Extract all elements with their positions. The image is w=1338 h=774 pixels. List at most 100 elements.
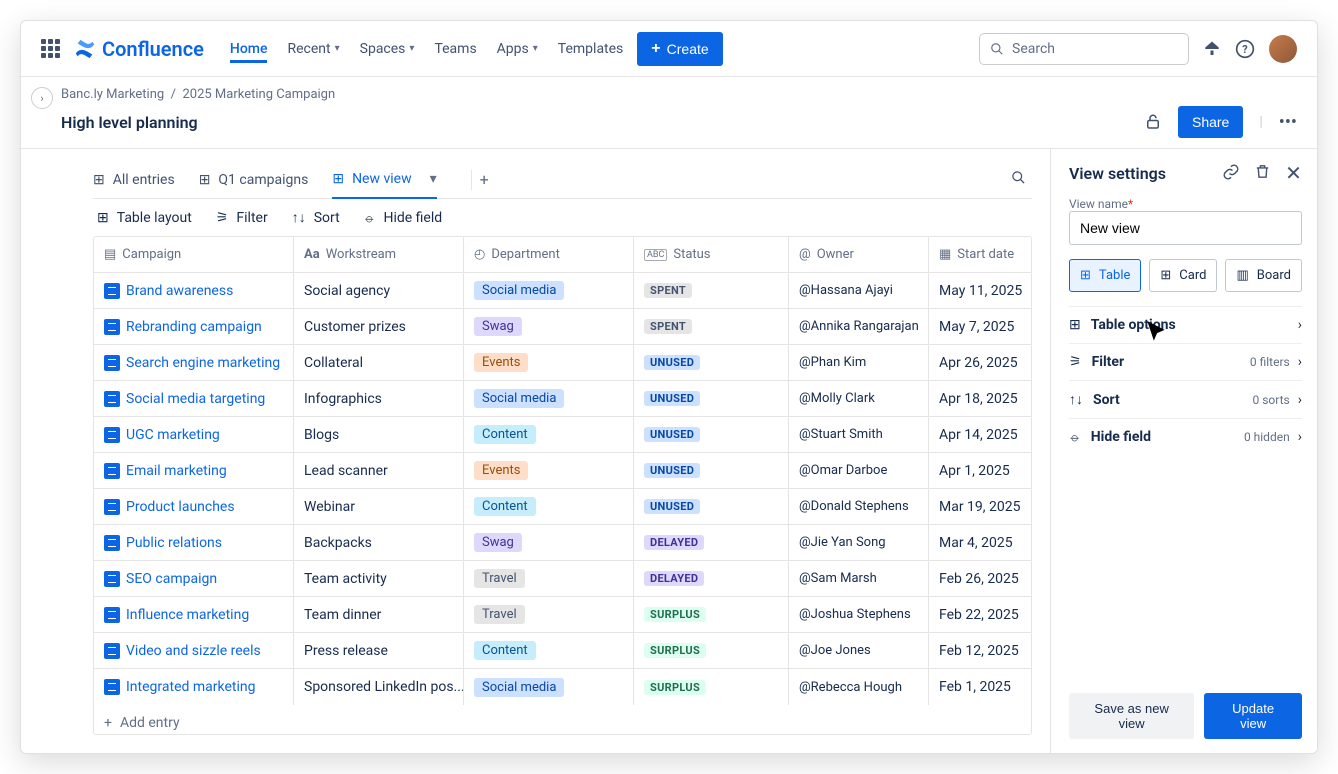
cell-status[interactable]: DELAYED	[634, 525, 789, 560]
cell-campaign[interactable]: Brand awareness	[94, 273, 294, 308]
col-campaign[interactable]: ▤Campaign	[94, 237, 294, 272]
cell-campaign[interactable]: Video and sizzle reels	[94, 633, 294, 668]
campaign-link[interactable]: SEO campaign	[126, 571, 217, 587]
cell-workstream[interactable]: Press release	[294, 633, 464, 668]
filter-button[interactable]: ⚞Filter	[216, 210, 268, 226]
cell-status[interactable]: UNUSED	[634, 381, 789, 416]
cell-owner[interactable]: @Jie Yan Song	[789, 525, 929, 560]
cell-startdate[interactable]: Apr 1, 2025	[929, 453, 1031, 488]
cell-owner[interactable]: @Annika Rangarajan	[789, 309, 929, 344]
table-row[interactable]: Integrated marketing Sponsored LinkedIn p…	[94, 669, 1031, 705]
tab-new-view[interactable]: ⊞New view▾	[332, 161, 436, 199]
owner-mention[interactable]: @Molly Clark	[799, 391, 875, 406]
campaign-link[interactable]: Search engine marketing	[126, 355, 280, 371]
cell-department[interactable]: Events	[464, 345, 634, 380]
cell-campaign[interactable]: Influence marketing	[94, 597, 294, 632]
unlock-icon[interactable]	[1144, 113, 1162, 131]
hide-field-button[interactable]: ⦵Hide field	[364, 210, 442, 226]
nav-apps[interactable]: Apps▾	[497, 35, 538, 63]
option-filter[interactable]: ⚞Filter0 filters›	[1069, 343, 1302, 380]
cell-status[interactable]: SURPLUS	[634, 669, 789, 705]
cell-startdate[interactable]: Feb 22, 2025	[929, 597, 1031, 632]
cell-owner[interactable]: @Hassana Ajayi	[789, 273, 929, 308]
cell-workstream[interactable]: Webinar	[294, 489, 464, 524]
owner-mention[interactable]: @Donald Stephens	[799, 499, 909, 514]
cell-startdate[interactable]: Apr 26, 2025	[929, 345, 1031, 380]
cell-campaign[interactable]: Email marketing	[94, 453, 294, 488]
cell-owner[interactable]: @Omar Darboe	[789, 453, 929, 488]
cell-startdate[interactable]: Feb 26, 2025	[929, 561, 1031, 596]
cell-workstream[interactable]: Collateral	[294, 345, 464, 380]
cell-campaign[interactable]: Public relations	[94, 525, 294, 560]
product-logo[interactable]: Confluence	[74, 37, 204, 61]
nav-teams[interactable]: Teams	[434, 35, 476, 63]
cell-owner[interactable]: @Joshua Stephens	[789, 597, 929, 632]
cell-workstream[interactable]: Blogs	[294, 417, 464, 452]
cell-status[interactable]: DELAYED	[634, 561, 789, 596]
cell-startdate[interactable]: May 11, 2025	[929, 273, 1031, 308]
cell-owner[interactable]: @Sam Marsh	[789, 561, 929, 596]
cell-workstream[interactable]: Infographics	[294, 381, 464, 416]
cell-status[interactable]: SPENT	[634, 273, 789, 308]
cell-campaign[interactable]: Integrated marketing	[94, 669, 294, 705]
cell-department[interactable]: Content	[464, 417, 634, 452]
campaign-link[interactable]: UGC marketing	[126, 427, 220, 443]
app-switcher-icon[interactable]	[41, 39, 60, 58]
table-row[interactable]: Video and sizzle reelsPress releaseConte…	[94, 633, 1031, 669]
table-row[interactable]: UGC marketingBlogsContentUNUSED@Stuart S…	[94, 417, 1031, 453]
notification-icon[interactable]	[1203, 40, 1221, 58]
cell-department[interactable]: Travel	[464, 561, 634, 596]
cell-department[interactable]: Social media	[464, 381, 634, 416]
link-icon[interactable]	[1222, 163, 1240, 183]
share-button[interactable]: Share	[1178, 106, 1243, 138]
cell-status[interactable]: SPENT	[634, 309, 789, 344]
nav-templates[interactable]: Templates	[558, 35, 624, 63]
cell-campaign[interactable]: Rebranding campaign	[94, 309, 294, 344]
cell-campaign[interactable]: Product launches	[94, 489, 294, 524]
cell-startdate[interactable]: Feb 12, 2025	[929, 633, 1031, 668]
cell-department[interactable]: Swag	[464, 309, 634, 344]
col-workstream[interactable]: AaWorkstream	[294, 237, 464, 272]
trash-icon[interactable]	[1254, 163, 1271, 183]
tab-q1-campaigns[interactable]: ⊞Q1 campaigns	[199, 162, 309, 198]
cell-department[interactable]: Events	[464, 453, 634, 488]
view-type-board[interactable]: ▥Board	[1225, 259, 1302, 292]
add-entry-button[interactable]: +Add entry	[94, 705, 1031, 735]
owner-mention[interactable]: @Joe Jones	[799, 643, 871, 658]
user-avatar[interactable]	[1269, 35, 1297, 63]
cell-startdate[interactable]: Feb 1, 2025	[929, 669, 1031, 705]
owner-mention[interactable]: @Omar Darboe	[799, 463, 887, 478]
campaign-link[interactable]: Brand awareness	[126, 283, 233, 299]
nav-home[interactable]: Home	[230, 35, 268, 63]
cell-department[interactable]: Social media	[464, 273, 634, 308]
update-view-button[interactable]: Update view	[1204, 693, 1302, 739]
campaign-link[interactable]: Rebranding campaign	[126, 319, 262, 335]
table-layout-button[interactable]: ⊞Table layout	[97, 210, 192, 226]
cell-owner[interactable]: @Rebecca Hough	[789, 669, 929, 705]
campaign-link[interactable]: Influence marketing	[126, 607, 249, 623]
close-icon[interactable]: ✕	[1285, 163, 1302, 183]
cell-owner[interactable]: @Stuart Smith	[789, 417, 929, 452]
campaign-link[interactable]: Product launches	[126, 499, 235, 515]
cell-status[interactable]: SURPLUS	[634, 597, 789, 632]
cell-department[interactable]: Content	[464, 633, 634, 668]
owner-mention[interactable]: @Sam Marsh	[799, 571, 877, 586]
cell-department[interactable]: Travel	[464, 597, 634, 632]
cell-department[interactable]: Swag	[464, 525, 634, 560]
table-row[interactable]: Public relations BackpacksSwagDELAYED@Jie…	[94, 525, 1031, 561]
cell-campaign[interactable]: Search engine marketing	[94, 345, 294, 380]
campaign-link[interactable]: Integrated marketing	[126, 679, 255, 695]
owner-mention[interactable]: @Annika Rangarajan	[799, 319, 919, 334]
cell-workstream[interactable]: Sponsored LinkedIn pos...	[294, 669, 464, 705]
cell-campaign[interactable]: Social media targeting	[94, 381, 294, 416]
table-row[interactable]: Search engine marketingCollateralEventsU…	[94, 345, 1031, 381]
cell-workstream[interactable]: Customer prizes	[294, 309, 464, 344]
cell-workstream[interactable]: Team dinner	[294, 597, 464, 632]
cell-department[interactable]: Content	[464, 489, 634, 524]
cell-workstream[interactable]: Backpacks	[294, 525, 464, 560]
cell-department[interactable]: Social media	[464, 669, 634, 705]
campaign-link[interactable]: Public relations	[126, 535, 222, 551]
more-icon[interactable]: •••	[1279, 112, 1297, 133]
table-row[interactable]: Brand awarenessSocial agencySocial media…	[94, 273, 1031, 309]
cell-owner[interactable]: @Donald Stephens	[789, 489, 929, 524]
